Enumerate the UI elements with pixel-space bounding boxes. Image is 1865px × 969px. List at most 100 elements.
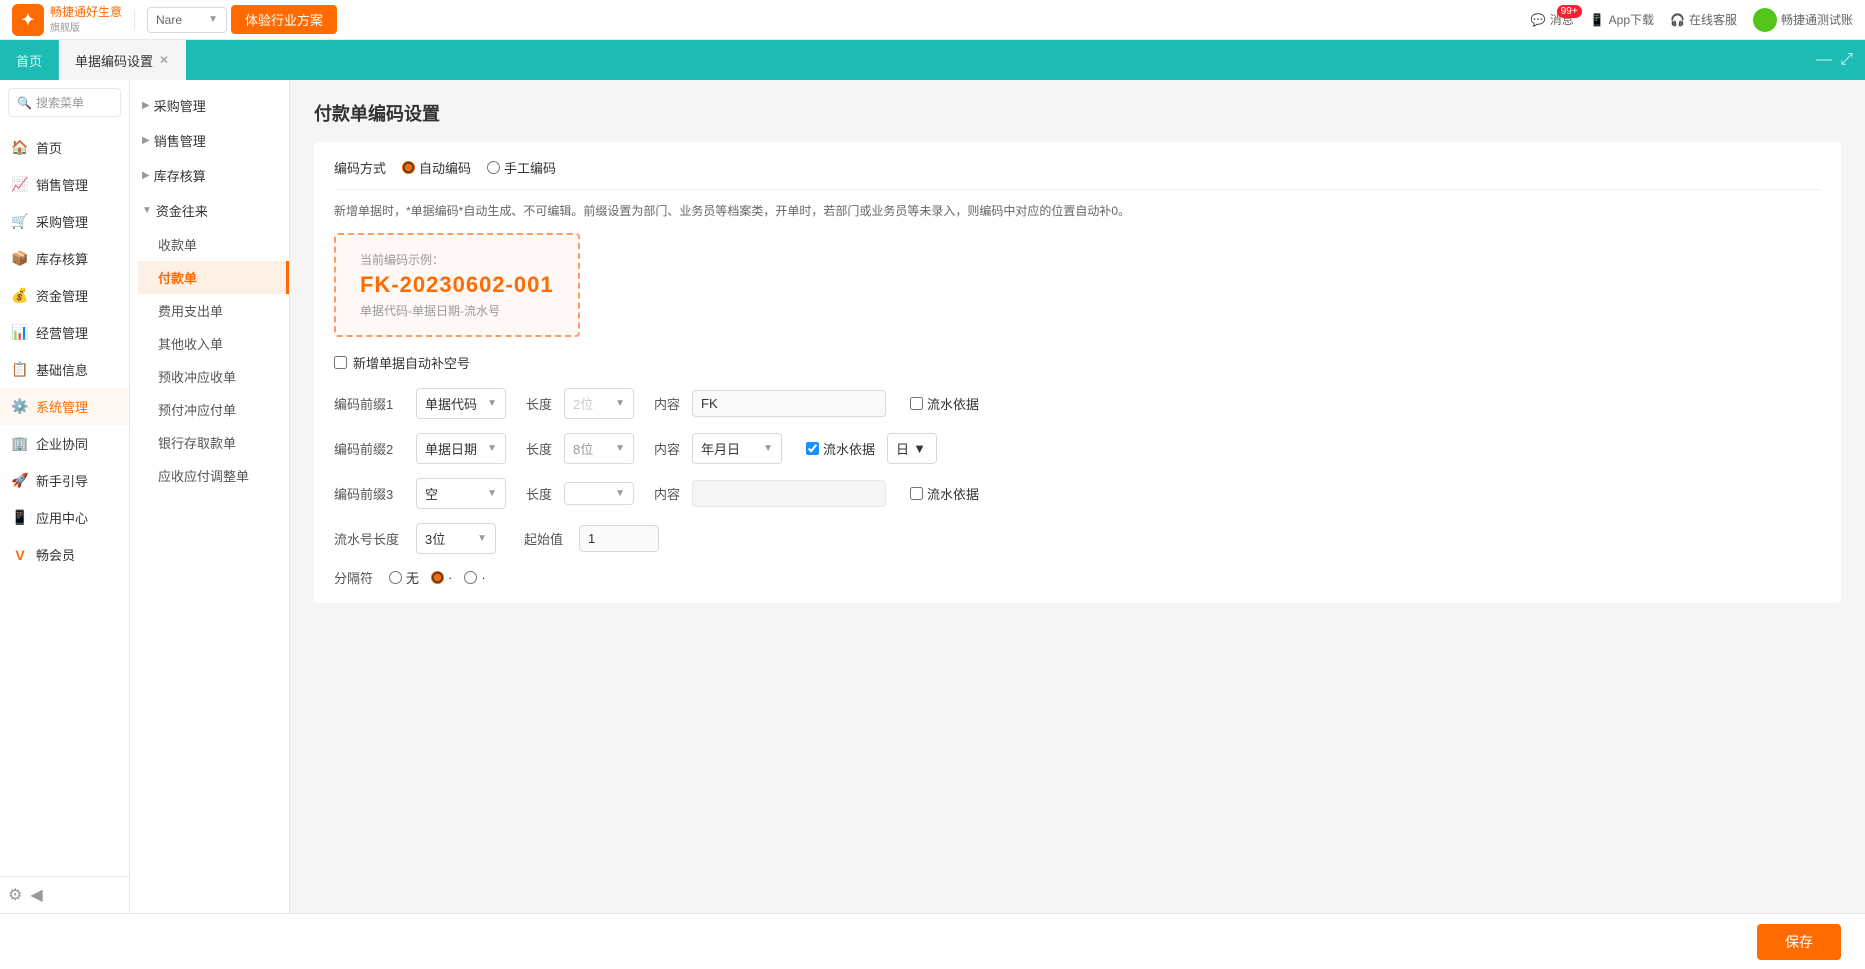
serial3-checkbox-label[interactable]: 流水依据	[910, 484, 979, 503]
logo-text: 畅捷通好生意	[50, 5, 122, 19]
select-arrow-icon: ▼	[477, 533, 487, 544]
manual-encoding-option[interactable]: 手工编码	[487, 158, 556, 177]
sidebar-item-newbie[interactable]: 🚀 新手引导	[0, 462, 129, 499]
sidebar-item-finance[interactable]: 💰 资金管理	[0, 277, 129, 314]
sub-menu-parent-sales[interactable]: ▶ 销售管理	[130, 123, 289, 158]
sep-dot-radio[interactable]	[431, 571, 444, 584]
select-arrow-icon: ▼	[615, 443, 625, 454]
length2-label: 长度	[526, 439, 552, 458]
collapse-btn[interactable]: ◀	[30, 885, 42, 905]
home-icon: 🏠	[12, 140, 28, 156]
main-card: 编码方式 自动编码 手工编码 新增单据时，*单据编码*自动生成、不可编辑。前缀设…	[314, 142, 1841, 603]
prefix2-label: 编码前缀2	[334, 439, 404, 458]
length1-select[interactable]: 2位 ▼	[564, 388, 634, 419]
top-bar: ✦ 畅捷通好生意 旗舰版 Nare ▼ 体验行业方案 💬 消息 99+ 📱 Ap…	[0, 0, 1865, 40]
separator-row: 分隔符 无 · ·	[334, 568, 1821, 587]
sub-menu-item-other-income[interactable]: 其他收入单	[138, 327, 289, 360]
sub-menu-item-prepay-offset[interactable]: 预收冲应收单	[138, 360, 289, 393]
prefix2-select[interactable]: 单据日期 ▼	[416, 433, 506, 464]
sub-menu-item-payment[interactable]: 付款单	[138, 261, 289, 294]
prefix1-select[interactable]: 单据代码 ▼	[416, 388, 506, 419]
nav-dropdown[interactable]: Nare ▼	[147, 7, 227, 33]
serial2-checkbox[interactable]	[806, 442, 819, 455]
trial-btn[interactable]: 体验行业方案	[231, 5, 337, 34]
day-arrow-icon: ▼	[913, 441, 926, 456]
sidebar-item-app-center[interactable]: 📱 应用中心	[0, 499, 129, 536]
serial-length-label: 流水号长度	[334, 529, 404, 548]
start-value-input[interactable]	[579, 525, 659, 552]
top-bar-nav: Nare ▼ 体验行业方案	[147, 5, 1523, 34]
tab-minimize-btn[interactable]: —	[1816, 51, 1832, 69]
sidebar-item-operations[interactable]: 📊 经营管理	[0, 314, 129, 351]
tab-maximize-btn[interactable]: ⤢	[1840, 51, 1853, 69]
sidebar-search: 🔍 搜索菜单	[0, 80, 129, 125]
separator-label: 分隔符	[334, 568, 373, 587]
length3-select[interactable]: ▼	[564, 482, 634, 505]
message-btn[interactable]: 💬 消息 99+	[1531, 11, 1574, 28]
day-select[interactable]: 日 ▼	[887, 433, 937, 464]
app-download-btn[interactable]: 📱 App下载	[1590, 11, 1654, 28]
user-info[interactable]: 畅捷通测试账	[1753, 8, 1853, 32]
top-bar-right: 💬 消息 99+ 📱 App下载 🎧 在线客服 畅捷通测试账	[1531, 8, 1853, 32]
sub-menu-item-adjustment[interactable]: 应收应付调整单	[138, 459, 289, 492]
sub-menu-item-bank[interactable]: 银行存取款单	[138, 426, 289, 459]
prefix3-label: 编码前缀3	[334, 484, 404, 503]
sep-dot-option[interactable]: ·	[431, 570, 452, 585]
sep-none-radio[interactable]	[389, 571, 402, 584]
content2-label: 内容	[654, 439, 680, 458]
select-arrow-icon: ▼	[615, 398, 625, 409]
sub-menu-parent-inventory[interactable]: ▶ 库存核算	[130, 158, 289, 193]
serial3-checkbox[interactable]	[910, 487, 923, 500]
tab-encoding-settings[interactable]: 单据编码设置 ✕	[59, 40, 186, 80]
sidebar-item-inventory[interactable]: 📦 库存核算	[0, 240, 129, 277]
sub-menu-parent-capital[interactable]: ▼ 资金往来	[130, 193, 289, 228]
enterprise-icon: 🏢	[12, 436, 28, 452]
sidebar-item-home[interactable]: 🏠 首页	[0, 129, 129, 166]
sidebar-item-system[interactable]: ⚙️ 系统管理	[0, 388, 129, 425]
sub-menu-item-advance-offset[interactable]: 预付冲应付单	[138, 393, 289, 426]
sidebar-item-purchase[interactable]: 🛒 采购管理	[0, 203, 129, 240]
sidebar-item-basic-info[interactable]: 📋 基础信息	[0, 351, 129, 388]
arrow-down-icon: ▼	[142, 205, 152, 216]
sub-menu-item-receipt[interactable]: 收款单	[138, 228, 289, 261]
search-btn[interactable]: 🔍 搜索菜单	[8, 88, 121, 117]
sub-menu-children-capital: 收款单 付款单 费用支出单 其他收入单 预收冲应收单 预付冲应付单 银行存取款单…	[130, 228, 289, 492]
operations-icon: 📊	[12, 325, 28, 341]
length2-select[interactable]: 8位 ▼	[564, 433, 634, 464]
serial-number-row: 流水号长度 3位 ▼ 起始值	[334, 523, 1821, 554]
save-bar: 保存	[0, 913, 1865, 969]
sep-none-option[interactable]: 无	[389, 568, 419, 587]
content2-select[interactable]: 年月日 ▼	[692, 433, 782, 464]
auto-fill-checkbox[interactable]	[334, 356, 347, 369]
tab-close-icon[interactable]: ✕	[159, 53, 169, 67]
sep-dash-radio[interactable]	[464, 571, 477, 584]
tab-home[interactable]: 首页	[0, 40, 59, 80]
sub-menu-parent-purchase[interactable]: ▶ 采购管理	[130, 88, 289, 123]
arrow-icon: ▶	[142, 100, 150, 111]
form-row-prefix3: 编码前缀3 空 ▼ 长度 ▼ 内容 流水依据	[334, 478, 1821, 509]
serial1-checkbox[interactable]	[910, 397, 923, 410]
serial1-checkbox-label[interactable]: 流水依据	[910, 394, 979, 413]
serial-length-select[interactable]: 3位 ▼	[416, 523, 496, 554]
sidebar: 🔍 搜索菜单 🏠 首页 📈 销售管理 🛒 采购管理 📦 库存核算 💰	[0, 80, 130, 913]
content1-input[interactable]	[692, 390, 886, 417]
auto-encoding-option[interactable]: 自动编码	[402, 158, 471, 177]
tab-actions: — ⤢	[1804, 51, 1865, 69]
auto-fill-label: 新增单据自动补空号	[353, 353, 470, 372]
save-button[interactable]: 保存	[1757, 924, 1841, 960]
auto-encoding-radio[interactable]	[402, 161, 415, 174]
user-avatar	[1753, 8, 1777, 32]
manual-encoding-radio[interactable]	[487, 161, 500, 174]
form-row-prefix2: 编码前缀2 单据日期 ▼ 长度 8位 ▼ 内容 年月日 ▼ 流水依据	[334, 433, 1821, 464]
sidebar-item-sales[interactable]: 📈 销售管理	[0, 166, 129, 203]
settings-btn[interactable]: ⚙	[8, 885, 22, 905]
serial2-checkbox-label[interactable]: 流水依据	[806, 439, 875, 458]
sep-dash-option[interactable]: ·	[464, 570, 485, 585]
online-service-btn[interactable]: 🎧 在线客服	[1670, 11, 1737, 28]
sidebar-item-enterprise[interactable]: 🏢 企业协同	[0, 425, 129, 462]
prefix3-select[interactable]: 空 ▼	[416, 478, 506, 509]
encoding-method-label: 编码方式	[334, 158, 386, 177]
page-title: 付款单编码设置	[314, 100, 1841, 126]
sidebar-item-member[interactable]: V 畅会员	[0, 536, 129, 573]
sub-menu-item-expense[interactable]: 费用支出单	[138, 294, 289, 327]
